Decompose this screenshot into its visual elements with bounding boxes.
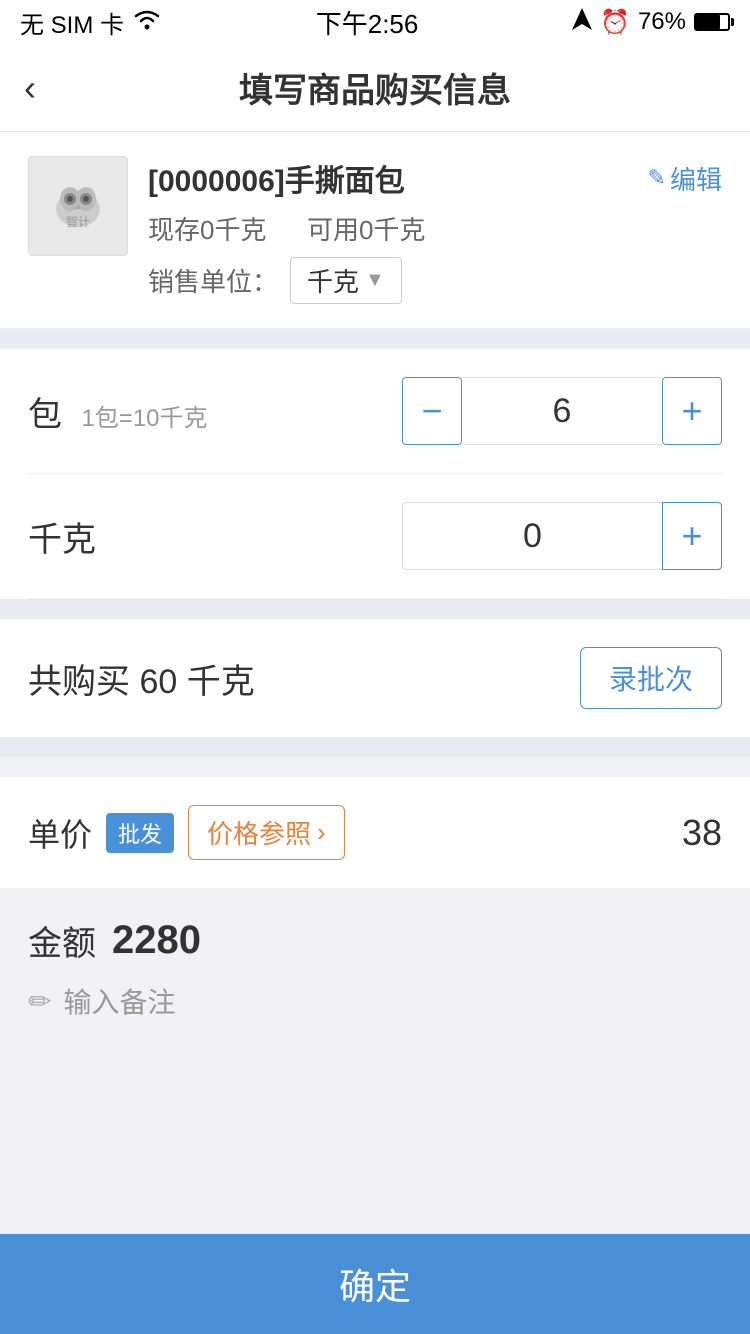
wifi-icon [132,8,162,37]
kg-plus-button[interactable]: + [662,502,722,570]
unit-label: 销售单位： [148,262,278,299]
kg-qty-control: + [402,502,722,570]
amount-label: 金额 [28,916,96,965]
bottom-space [0,1049,750,1249]
nav-bar: ‹ 填写商品购买信息 [0,44,750,132]
battery-icon [694,13,730,31]
unit-select[interactable]: 千克 ▼ [290,257,402,304]
chevron-down-icon: ▼ [365,269,385,292]
battery-percent: 76% [638,8,686,36]
pack-row: 包 1包=10千克 − + [28,349,722,474]
edit-label: 编辑 [670,160,722,197]
unit-value: 千克 [307,262,359,299]
price-section: 单价 批发 价格参照 › 38 [0,777,750,888]
kg-row: 千克 + [28,474,722,599]
page-title: 填写商品购买信息 [239,63,511,112]
summary-row: 共购买 60 千克 录批次 [28,619,722,737]
product-card: 智计 [0000006]手撕面包 ✎ 编辑 现存0千克 可用0千克 销售单位： … [0,132,750,329]
alarm-icon: ⏰ [600,8,630,37]
edit-icon: ✎ [648,165,666,191]
available-value: 可用0千克 [307,215,425,245]
confirm-button[interactable]: 确定 [339,1258,411,1310]
summary-section: 共购买 60 千克 录批次 [0,619,750,737]
amount-section: 金额 2280 ✏ 输入备注 [0,888,750,1049]
product-image: 智计 [28,156,128,256]
pack-minus-button[interactable]: − [402,377,462,445]
pack-plus-button[interactable]: + [662,377,722,445]
batch-button[interactable]: 录批次 [580,647,722,709]
pack-label: 包 1包=10千克 [28,387,402,436]
price-ref-chevron: › [317,817,326,848]
kg-qty-input[interactable] [402,502,662,570]
price-value: 38 [682,812,722,854]
price-row: 单价 批发 价格参照 › 38 [28,805,722,860]
section-divider-2 [0,599,750,619]
price-badge: 批发 [106,813,174,853]
edit-button[interactable]: ✎ 编辑 [648,160,722,197]
note-row[interactable]: ✏ 输入备注 [28,981,722,1021]
amount-value: 2280 [112,918,201,963]
confirm-bar[interactable]: 确定 [0,1234,750,1334]
status-bar-left: 无 SIM 卡 [20,5,162,40]
location-icon [572,8,592,37]
status-bar-time: 下午2:56 [316,4,419,41]
amount-row: 金额 2280 [28,916,722,965]
quantity-section: 包 1包=10千克 − + 千克 + [0,349,750,599]
price-label: 单价 批发 价格参照 › [28,805,345,860]
pencil-icon: ✏ [28,985,51,1018]
unit-row: 销售单位： 千克 ▼ [148,257,722,304]
svg-text:智计: 智计 [66,214,90,229]
back-button[interactable]: ‹ [24,67,36,109]
pack-hint: 1包=10千克 [81,405,207,432]
product-name: [0000006]手撕面包 [148,156,405,200]
stock-info: 现存0千克 可用0千克 [148,210,722,247]
note-placeholder: 输入备注 [63,981,175,1021]
stock-label: 现存0千克 [148,215,266,245]
pack-qty-input[interactable] [462,377,662,445]
product-info: [0000006]手撕面包 ✎ 编辑 现存0千克 可用0千克 销售单位： 千克 … [148,156,722,304]
carrier-label: 无 SIM 卡 [20,5,124,40]
section-divider-1 [0,329,750,349]
pack-qty-control: − + [402,377,722,445]
summary-text: 共购买 60 千克 [28,654,255,703]
available-label [274,215,300,245]
status-bar: 无 SIM 卡 下午2:56 ⏰ 76% [0,0,750,44]
kg-label: 千克 [28,512,402,561]
product-thumbnail-icon: 智计 [48,171,108,241]
section-divider-3 [0,737,750,757]
status-bar-right: ⏰ 76% [572,8,730,37]
price-ref-button[interactable]: 价格参照 › [188,805,345,860]
